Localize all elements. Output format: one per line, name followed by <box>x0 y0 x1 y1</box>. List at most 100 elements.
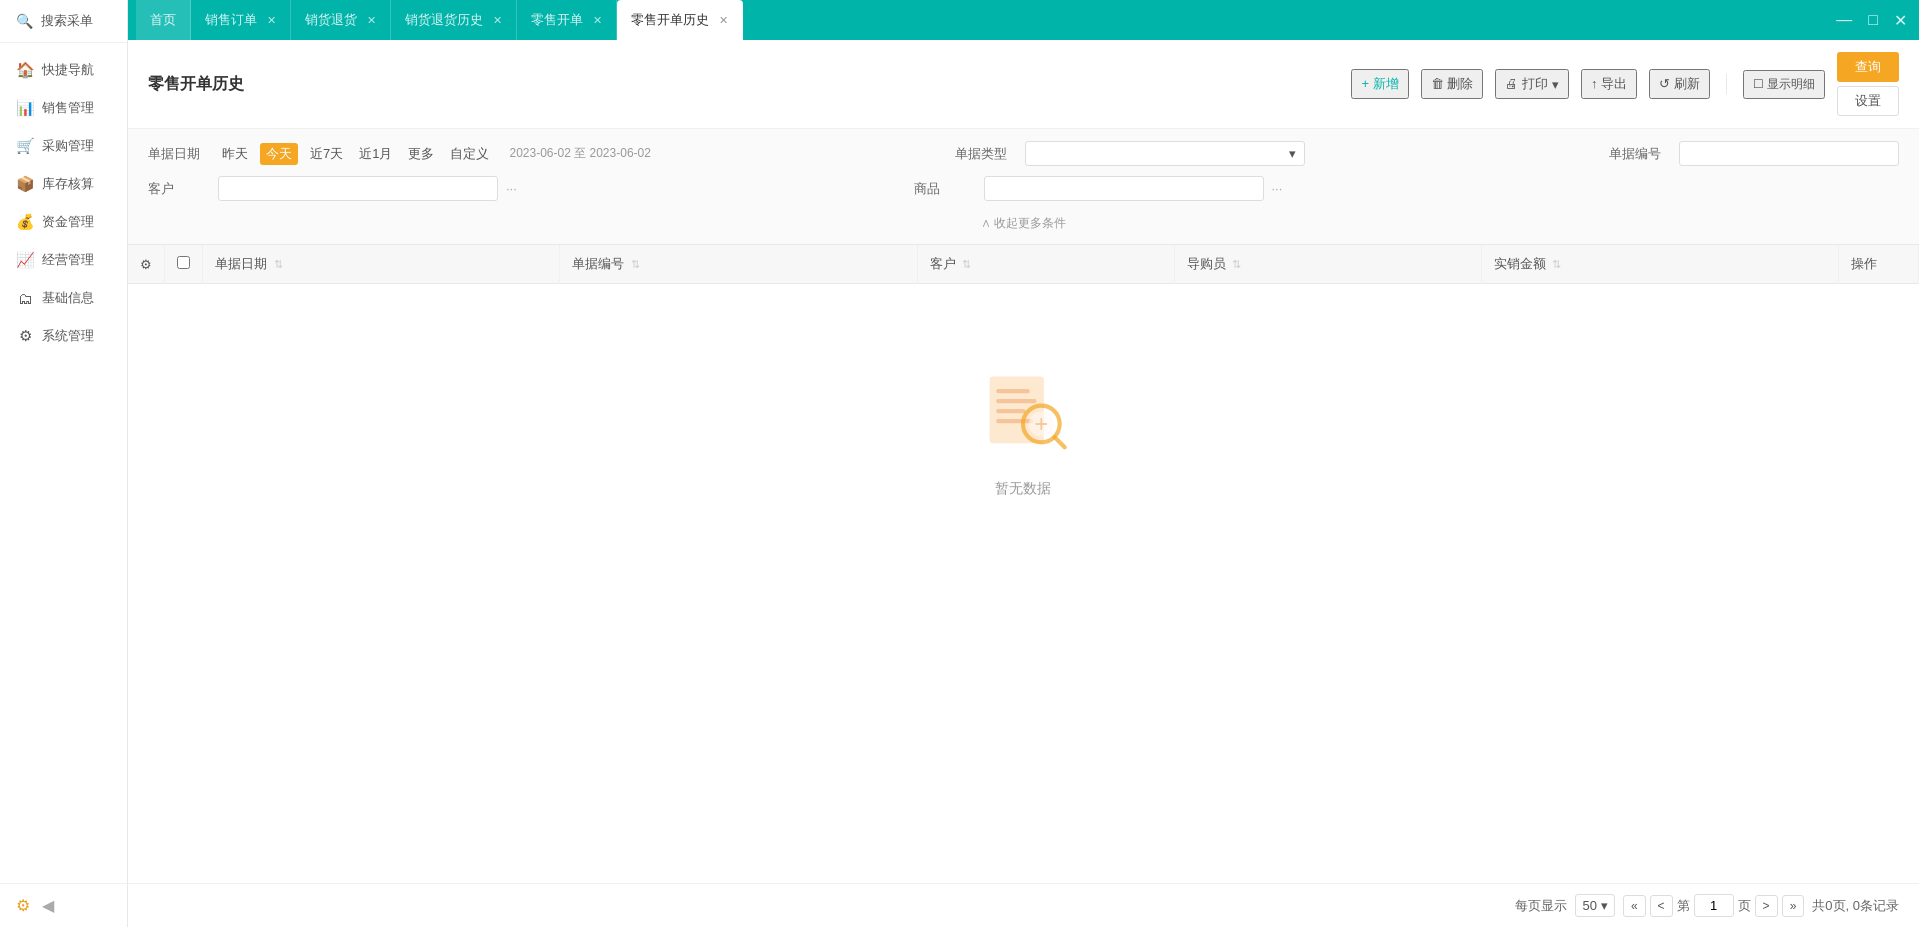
settings-button[interactable]: 设置 <box>1837 86 1899 116</box>
sidebar: 🔍 搜索采单 🏠 快捷导航 📊 销售管理 🛒 采购管理 📦 库存核算 💰 资金管… <box>0 0 128 927</box>
tab-home[interactable]: 首页 <box>136 0 191 40</box>
svg-rect-1 <box>997 389 1030 393</box>
date-label: 单据日期 <box>148 145 218 163</box>
th-doc-no[interactable]: 单据编号 ⇅ <box>560 245 917 284</box>
window-close-btn[interactable]: ✕ <box>1890 7 1911 34</box>
th-settings[interactable]: ⚙ <box>128 245 165 284</box>
collapse-sidebar-icon[interactable]: ◀ <box>42 896 54 915</box>
collapse-more-btn[interactable]: ∧ 收起更多条件 <box>148 211 1899 236</box>
date-opt-today[interactable]: 今天 <box>260 143 298 165</box>
page-last-btn[interactable]: » <box>1782 895 1805 917</box>
date-opt-yesterday[interactable]: 昨天 <box>218 143 252 165</box>
customer-label: 客户 <box>148 180 218 198</box>
page-prev-btn[interactable]: < <box>1650 895 1673 917</box>
sidebar-item-sys-mgmt[interactable]: ⚙ 系统管理 <box>0 317 127 355</box>
window-maximize-btn[interactable]: □ <box>1864 7 1882 33</box>
delete-button[interactable]: 🗑 删除 <box>1421 69 1484 99</box>
filter-row-customer: 客户 ··· 商品 ··· <box>148 176 1899 201</box>
search-icon: 🔍 <box>16 13 33 29</box>
print-label: 🖨 打印 <box>1505 75 1548 93</box>
tab-sales-return-history-label: 销货退货历史 <box>405 11 483 29</box>
filter-date-options: 昨天 今天 近7天 近1月 更多 自定义 2023-06-02 至 2023-0… <box>218 143 651 165</box>
empty-state-cell: 暂无数据 <box>128 284 1919 579</box>
empty-text: 暂无数据 <box>995 480 1051 498</box>
export-button[interactable]: ↑ 导出 <box>1581 69 1637 99</box>
tab-sales-order-label: 销售订单 <box>205 11 257 29</box>
sidebar-search[interactable]: 🔍 搜索采单 <box>0 0 127 43</box>
date-opt-more[interactable]: 更多 <box>404 143 438 165</box>
per-page-select[interactable]: 50 ▾ <box>1575 894 1614 917</box>
per-page-label: 每页显示 <box>1515 897 1567 915</box>
th-amount[interactable]: 实销金额 ⇅ <box>1481 245 1838 284</box>
close-tab-sales-return[interactable]: ✕ <box>367 14 376 27</box>
sidebar-item-purchase-mgmt[interactable]: 🛒 采购管理 <box>0 127 127 165</box>
date-opt-7days[interactable]: 近7天 <box>306 143 347 165</box>
sidebar-item-operations[interactable]: 📈 经营管理 <box>0 241 127 279</box>
date-opt-1month[interactable]: 近1月 <box>355 143 396 165</box>
th-guide[interactable]: 导购员 ⇅ <box>1174 245 1481 284</box>
window-minimize-btn[interactable]: — <box>1832 7 1856 33</box>
tab-sales-return[interactable]: 销货退货 ✕ <box>291 0 391 40</box>
add-button[interactable]: + 新增 <box>1351 69 1408 99</box>
page-first-btn[interactable]: « <box>1623 895 1646 917</box>
sort-doc-no-icon: ⇅ <box>631 258 640 270</box>
page-title: 零售开单历史 <box>148 74 1351 95</box>
sidebar-item-label: 库存核算 <box>42 175 94 193</box>
sidebar-item-inventory[interactable]: 📦 库存核算 <box>0 165 127 203</box>
close-tab-sales-order[interactable]: ✕ <box>267 14 276 27</box>
sidebar-item-label: 资金管理 <box>42 213 94 231</box>
print-button[interactable]: 🖨 打印 ▾ <box>1495 69 1569 99</box>
th-customer[interactable]: 客户 ⇅ <box>917 245 1174 284</box>
gear-icon[interactable]: ⚙ <box>16 896 30 915</box>
per-page-value: 50 <box>1582 898 1596 913</box>
tab-retail-open[interactable]: 零售开单 ✕ <box>517 0 617 40</box>
select-all-checkbox[interactable] <box>177 256 190 269</box>
th-ops: 操作 <box>1839 245 1919 284</box>
goods-ellipsis-btn[interactable]: ··· <box>1272 181 1283 196</box>
empty-illustration <box>973 364 1073 464</box>
refresh-button[interactable]: ↺ 刷新 <box>1649 69 1710 99</box>
tab-sales-order[interactable]: 销售订单 ✕ <box>191 0 291 40</box>
svg-line-6 <box>1055 437 1065 447</box>
th-checkbox[interactable] <box>165 245 203 284</box>
divider <box>1726 74 1727 94</box>
page-label-text: 第 <box>1677 897 1690 915</box>
query-button[interactable]: 查询 <box>1837 52 1899 82</box>
tab-retail-open-history-label: 零售开单历史 <box>631 11 709 29</box>
th-doc-date[interactable]: 单据日期 ⇅ <box>203 245 560 284</box>
page-container: 零售开单历史 + 新增 🗑 删除 🖨 打印 ▾ ↑ 导出 ↺ 刷新 ☐ 显示明细… <box>128 40 1919 927</box>
close-tab-sales-return-history[interactable]: ✕ <box>493 14 502 27</box>
empty-state: 暂无数据 <box>128 284 1919 578</box>
tab-retail-open-history[interactable]: 零售开单历史 ✕ <box>617 0 743 40</box>
tab-sales-return-label: 销货退货 <box>305 11 357 29</box>
sort-doc-date-icon: ⇅ <box>274 258 283 270</box>
table-body: 暂无数据 <box>128 284 1919 579</box>
show-detail-button[interactable]: ☐ 显示明细 <box>1743 70 1825 99</box>
doc-type-select[interactable]: ▾ <box>1025 141 1305 166</box>
date-opt-custom[interactable]: 自定义 <box>446 143 493 165</box>
doc-no-input[interactable] <box>1679 141 1899 166</box>
customer-input[interactable] <box>218 176 498 201</box>
sidebar-item-sales-mgmt[interactable]: 📊 销售管理 <box>0 89 127 127</box>
sidebar-item-label: 系统管理 <box>42 327 94 345</box>
sidebar-item-label: 采购管理 <box>42 137 94 155</box>
svg-rect-2 <box>997 399 1037 403</box>
customer-ellipsis-btn[interactable]: ··· <box>506 181 517 196</box>
date-range-display: 2023-06-02 至 2023-06-02 <box>509 145 650 162</box>
close-tab-retail-open-history[interactable]: ✕ <box>719 14 728 27</box>
sidebar-item-basic-info[interactable]: 🗂 基础信息 <box>0 279 127 317</box>
sidebar-item-quick-nav[interactable]: 🏠 快捷导航 <box>0 51 127 89</box>
inventory-icon: 📦 <box>16 175 34 193</box>
pagination-nav: « < 第 页 > » <box>1623 894 1804 917</box>
tab-sales-return-history[interactable]: 销货退货历史 ✕ <box>391 0 517 40</box>
main-content: 首页 销售订单 ✕ 销货退货 ✕ 销货退货历史 ✕ 零售开单 ✕ 零售开单历史 … <box>128 0 1919 927</box>
sidebar-item-label: 经营管理 <box>42 251 94 269</box>
close-tab-retail-open[interactable]: ✕ <box>593 14 602 27</box>
operations-icon: 📈 <box>16 251 34 269</box>
page-number-input[interactable] <box>1694 894 1734 917</box>
sidebar-item-label: 快捷导航 <box>42 61 94 79</box>
goods-input[interactable] <box>984 176 1264 201</box>
page-next-btn[interactable]: > <box>1755 895 1778 917</box>
query-buttons: 查询 设置 <box>1837 52 1899 116</box>
sidebar-item-finance[interactable]: 💰 资金管理 <box>0 203 127 241</box>
